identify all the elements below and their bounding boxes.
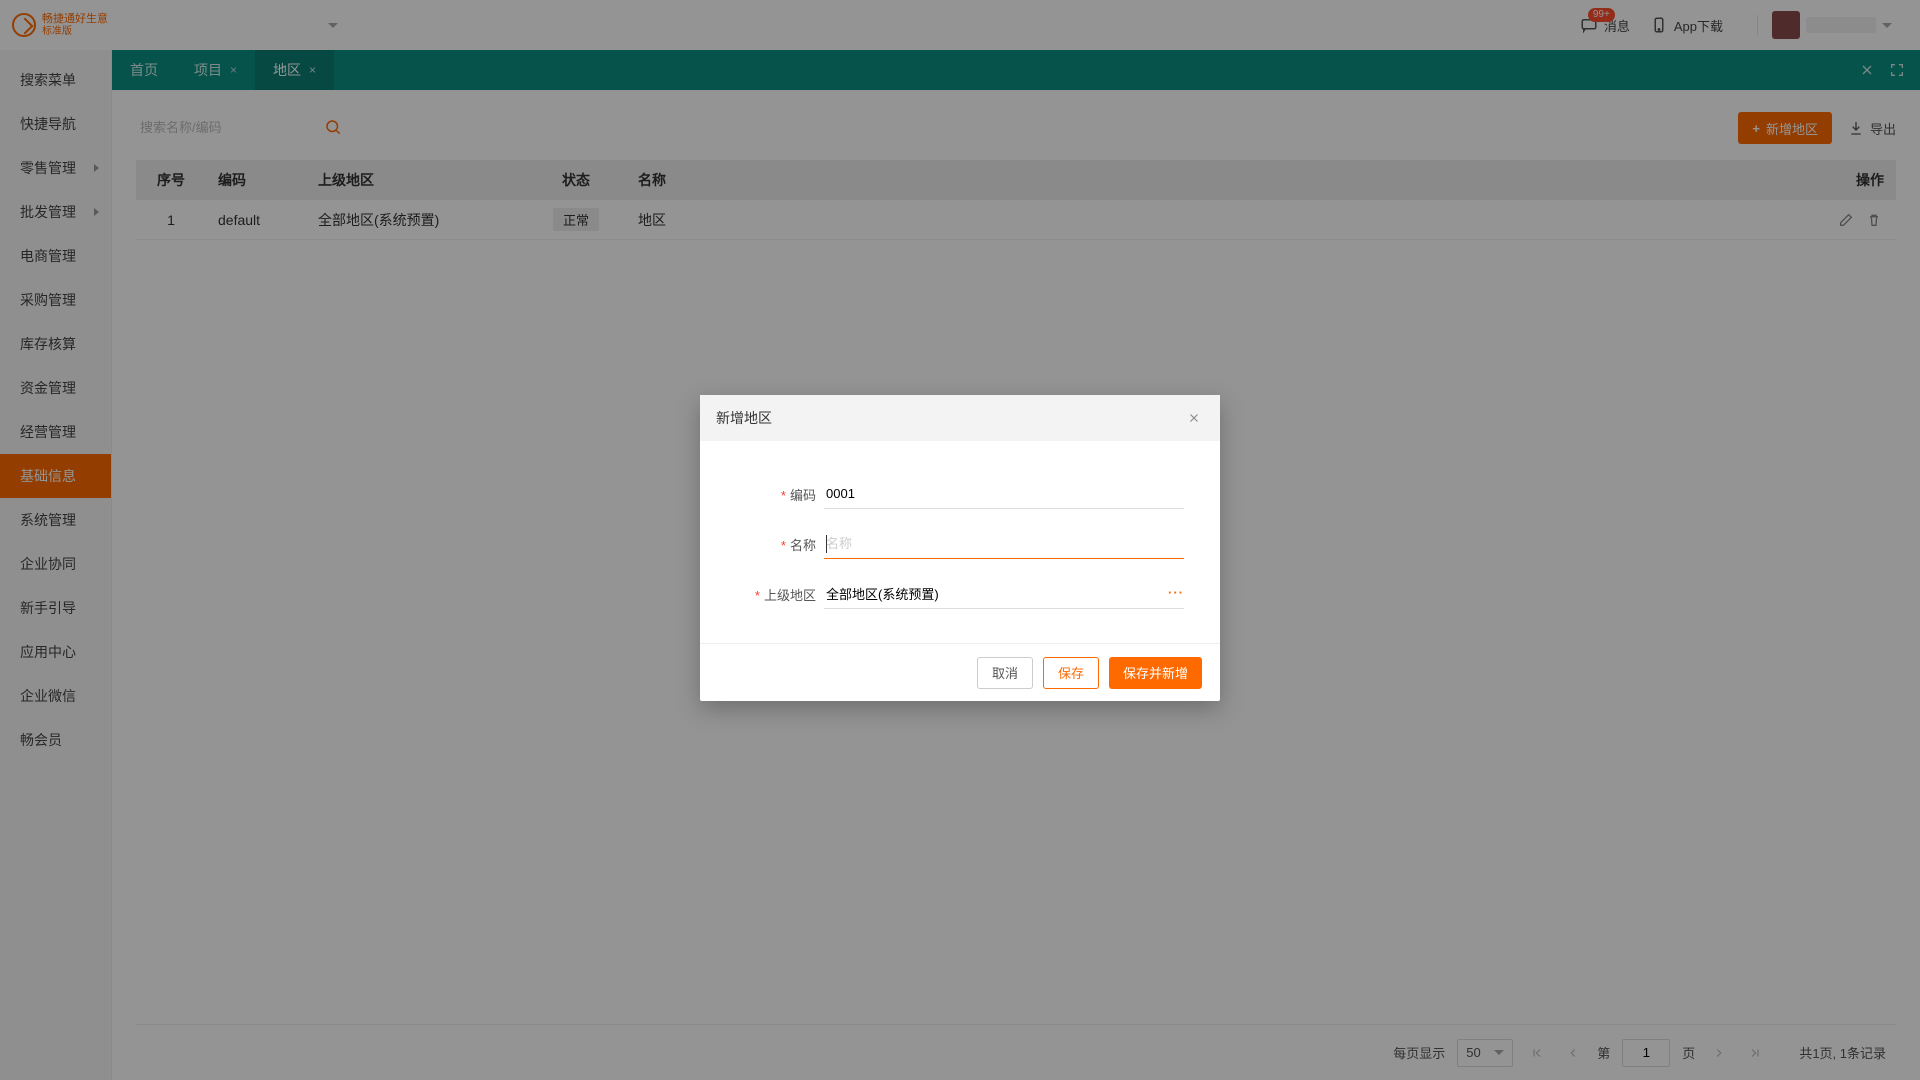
name-input[interactable] bbox=[824, 529, 1184, 559]
text-cursor bbox=[826, 535, 827, 553]
code-input[interactable] bbox=[824, 479, 1184, 509]
parent-label: *上级地区 bbox=[736, 585, 824, 604]
save-button[interactable]: 保存 bbox=[1043, 657, 1099, 689]
name-label: *名称 bbox=[736, 535, 824, 554]
parent-more-button[interactable]: ··· bbox=[1168, 585, 1184, 600]
modal-title: 新增地区 bbox=[716, 408, 772, 428]
close-icon bbox=[1187, 411, 1201, 425]
modal-close-button[interactable] bbox=[1184, 408, 1204, 428]
modal-footer: 取消 保存 保存并新增 bbox=[700, 643, 1220, 701]
parent-input[interactable] bbox=[824, 579, 1184, 609]
save-and-new-button[interactable]: 保存并新增 bbox=[1109, 657, 1202, 689]
cancel-button[interactable]: 取消 bbox=[977, 657, 1033, 689]
code-label: *编码 bbox=[736, 485, 824, 504]
new-region-modal: 新增地区 *编码 *名称 *上级地区 bbox=[700, 395, 1220, 701]
modal-header: 新增地区 bbox=[700, 395, 1220, 441]
